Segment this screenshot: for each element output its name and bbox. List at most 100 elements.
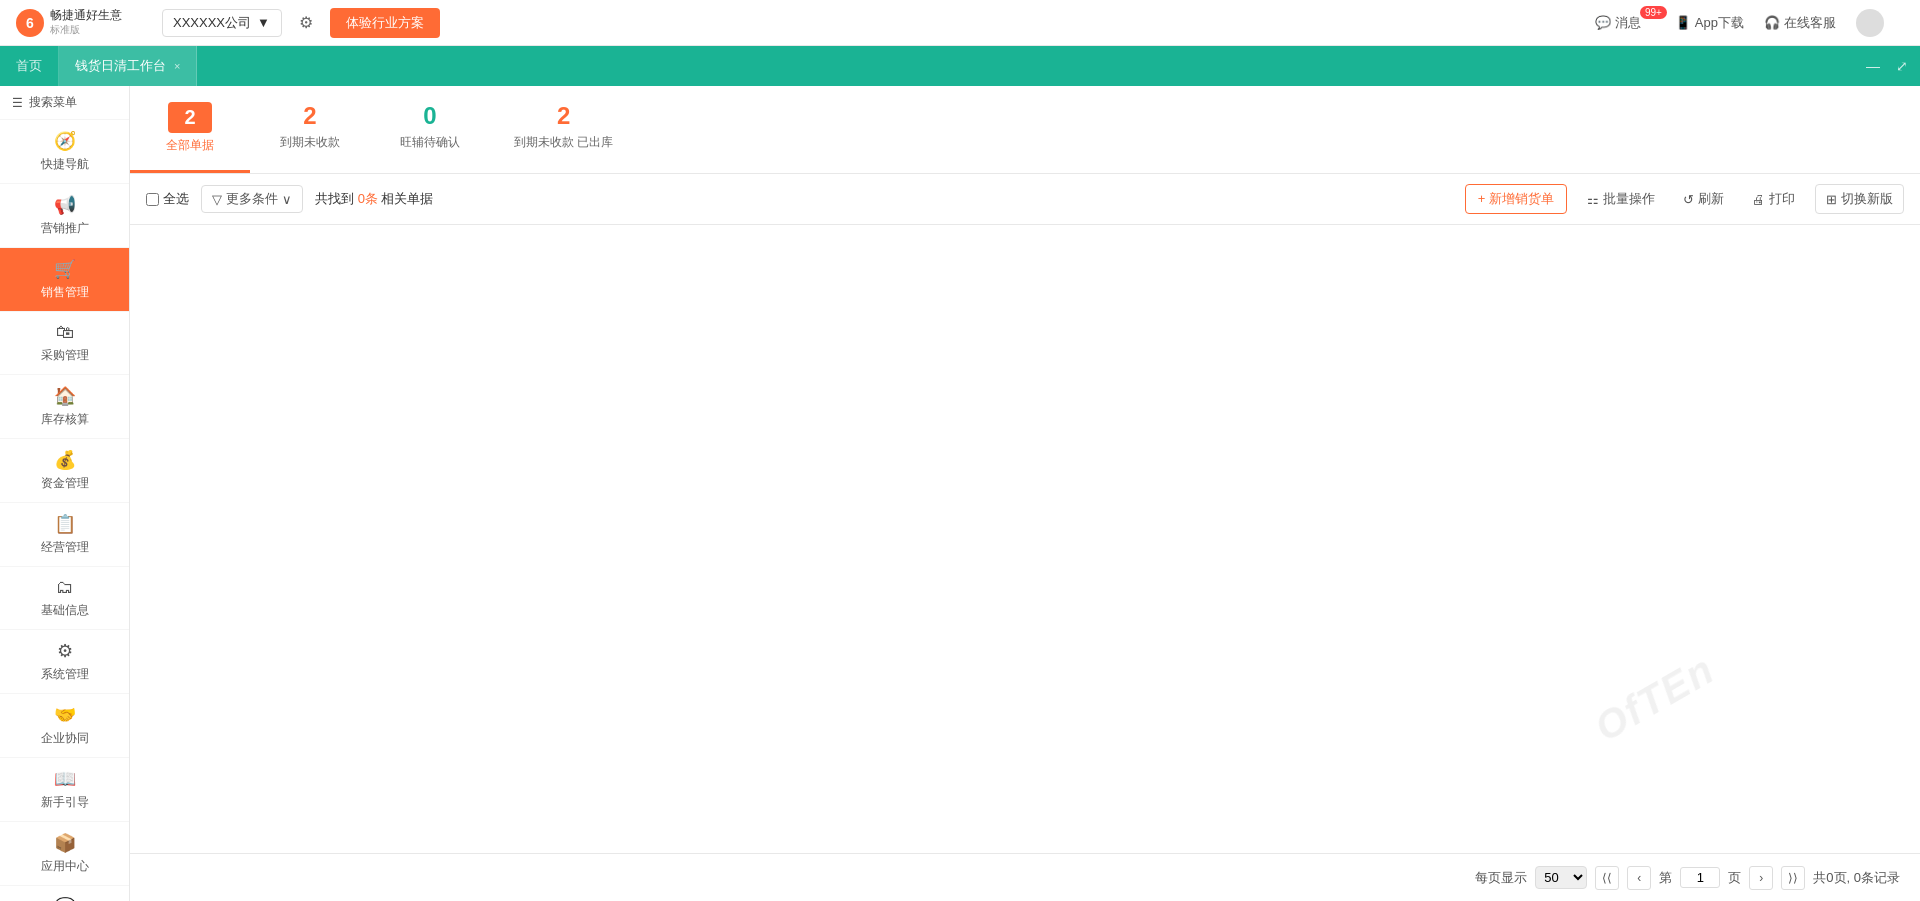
prev-page-button[interactable]: ‹ — [1627, 866, 1651, 890]
sidebar-item-operations[interactable]: 📋 经营管理 — [0, 503, 129, 567]
stat-overdue-shipped[interactable]: 2 到期未收款 已出库 — [490, 86, 637, 173]
found-prefix: 共找到 — [315, 191, 354, 206]
inventory-icon: 🏠 — [54, 385, 76, 407]
select-all-checkbox[interactable]: 全选 — [146, 190, 189, 208]
tab-home[interactable]: 首页 — [0, 46, 59, 86]
sidebar-item-marketing[interactable]: 📢 营销推广 — [0, 184, 129, 248]
sidebar-item-appstore[interactable]: 📦 应用中心 — [0, 822, 129, 886]
switch-icon: ⊞ — [1826, 192, 1837, 207]
tab-workbench-label: 钱货日清工作台 — [75, 57, 166, 75]
logo-area: 6 畅捷通好生意 标准版 — [16, 8, 146, 38]
top-header: 6 畅捷通好生意 标准版 XXXXXX公司 ▼ ⚙ 体验行业方案 💬 消息 99… — [0, 0, 1920, 46]
sidebar-item-quicknav[interactable]: 🧭 快捷导航 — [0, 120, 129, 184]
stat-overdue-shipped-label: 到期未收款 已出库 — [514, 134, 613, 151]
filter-button[interactable]: ▽ 更多条件 ∨ — [201, 185, 303, 213]
page-input[interactable] — [1680, 867, 1720, 888]
brand-badge: 标准版 — [50, 23, 122, 37]
tab-expand-icon[interactable]: ⤢ — [1892, 54, 1912, 78]
first-page-button[interactable]: ⟨⟨ — [1595, 866, 1619, 890]
last-page-button[interactable]: ⟩⟩ — [1781, 866, 1805, 890]
next-page-button[interactable]: › — [1749, 866, 1773, 890]
stat-wangfu-label: 旺辅待确认 — [400, 134, 460, 151]
sidebar-item-coop[interactable]: 🤝 企业协同 — [0, 694, 129, 758]
appstore-icon: 📦 — [54, 832, 76, 854]
batch-label: 批量操作 — [1603, 190, 1655, 208]
stat-wangfu[interactable]: 0 旺辅待确认 — [370, 86, 490, 173]
guide-icon: 📖 — [54, 768, 76, 790]
sidebar-item-inventory[interactable]: 🏠 库存核算 — [0, 375, 129, 439]
appstore-label: 应用中心 — [41, 858, 89, 875]
table-area — [130, 225, 1920, 853]
stat-all[interactable]: 2 全部单据 — [130, 86, 250, 173]
tab-actions: — ⤢ — [1862, 54, 1920, 78]
sidebar-search[interactable]: ☰ 搜索菜单 — [0, 86, 129, 120]
message-badge: 99+ — [1640, 6, 1667, 19]
basicinfo-icon: 🗂 — [56, 577, 74, 598]
found-text: 共找到 0条 相关单据 — [315, 190, 433, 208]
stat-overdue-shipped-number: 2 — [557, 102, 570, 130]
sidebar-item-guide[interactable]: 📖 新手引导 — [0, 758, 129, 822]
brand-name: 畅捷通好生意 — [50, 8, 122, 24]
stat-overdue[interactable]: 2 到期未收款 — [250, 86, 370, 173]
page-label2: 页 — [1728, 869, 1741, 887]
filter-label: 更多条件 — [226, 190, 278, 208]
sidebar-item-corpwechat[interactable]: 💬 企业微信 — [0, 886, 129, 901]
tab-home-label: 首页 — [16, 57, 42, 75]
filter-icon: ▽ — [212, 192, 222, 207]
batch-button[interactable]: ⚏ 批量操作 — [1579, 186, 1663, 212]
message-label: 消息 — [1615, 14, 1641, 32]
purchase-icon: 🛍 — [56, 322, 74, 343]
company-selector[interactable]: XXXXXX公司 ▼ — [162, 9, 282, 37]
search-label: 搜索菜单 — [29, 94, 77, 111]
stats-row: 2 全部单据 2 到期未收款 0 旺辅待确认 2 到期未收款 已出库 — [130, 86, 1920, 174]
trial-button[interactable]: 体验行业方案 — [330, 8, 440, 38]
inventory-label: 库存核算 — [41, 411, 89, 428]
select-all-input[interactable] — [146, 193, 159, 206]
guide-label: 新手引导 — [41, 794, 89, 811]
app-download-button[interactable]: 📱 App下载 — [1675, 14, 1744, 32]
refresh-button[interactable]: ↺ 刷新 — [1675, 186, 1732, 212]
app-download-label: App下载 — [1695, 14, 1744, 32]
stat-all-number: 2 — [168, 102, 211, 133]
operations-icon: 📋 — [54, 513, 76, 535]
message-button[interactable]: 💬 消息 99+ — [1595, 14, 1655, 32]
per-page-select[interactable]: 50 20 100 — [1535, 866, 1587, 889]
total-info: 共0页, 0条记录 — [1813, 869, 1900, 887]
online-service-button[interactable]: 🎧 在线客服 — [1764, 14, 1836, 32]
page-label: 第 — [1659, 869, 1672, 887]
add-sale-button[interactable]: + 新增销货单 — [1465, 184, 1567, 214]
sidebar-item-purchase[interactable]: 🛍 采购管理 — [0, 312, 129, 375]
operations-label: 经营管理 — [41, 539, 89, 556]
stat-overdue-label: 到期未收款 — [280, 134, 340, 151]
print-label: 打印 — [1769, 190, 1795, 208]
quicknav-label: 快捷导航 — [41, 156, 89, 173]
tab-workbench[interactable]: 钱货日清工作台 × — [59, 46, 197, 86]
tab-close-icon[interactable]: × — [174, 60, 180, 72]
stat-all-label: 全部单据 — [166, 137, 214, 154]
coop-label: 企业协同 — [41, 730, 89, 747]
print-icon: 🖨 — [1752, 192, 1765, 207]
sidebar-item-basicinfo[interactable]: 🗂 基础信息 — [0, 567, 129, 630]
sidebar-item-sales[interactable]: 🛒 销售管理 — [0, 248, 129, 312]
toolbar: 全选 ▽ 更多条件 ∨ 共找到 0条 相关单据 + 新增销货单 ⚏ 批量操作 ↺ — [130, 174, 1920, 225]
tab-minimize-icon[interactable]: — — [1862, 54, 1884, 78]
refresh-label: 刷新 — [1698, 190, 1724, 208]
finance-icon: 💰 — [54, 449, 76, 471]
logo-icon: 6 — [16, 9, 44, 37]
stat-overdue-number: 2 — [303, 102, 316, 130]
batch-icon: ⚏ — [1587, 192, 1599, 207]
system-icon: ⚙ — [57, 640, 73, 662]
switch-label: 切换新版 — [1841, 190, 1893, 208]
avatar[interactable] — [1856, 9, 1884, 37]
nav-tabs: 首页 钱货日清工作台 × — ⤢ — [0, 46, 1920, 86]
system-label: 系统管理 — [41, 666, 89, 683]
stat-wangfu-number: 0 — [423, 102, 436, 130]
settings-button[interactable]: ⚙ — [290, 7, 322, 39]
sidebar-item-system[interactable]: ⚙ 系统管理 — [0, 630, 129, 694]
content-area: 2 全部单据 2 到期未收款 0 旺辅待确认 2 到期未收款 已出库 全选 — [130, 86, 1920, 901]
corpwechat-icon: 💬 — [54, 896, 76, 901]
company-name: XXXXXX公司 — [173, 14, 251, 32]
switch-version-button[interactable]: ⊞ 切换新版 — [1815, 184, 1904, 214]
sidebar-item-finance[interactable]: 💰 资金管理 — [0, 439, 129, 503]
print-button[interactable]: 🖨 打印 — [1744, 186, 1803, 212]
